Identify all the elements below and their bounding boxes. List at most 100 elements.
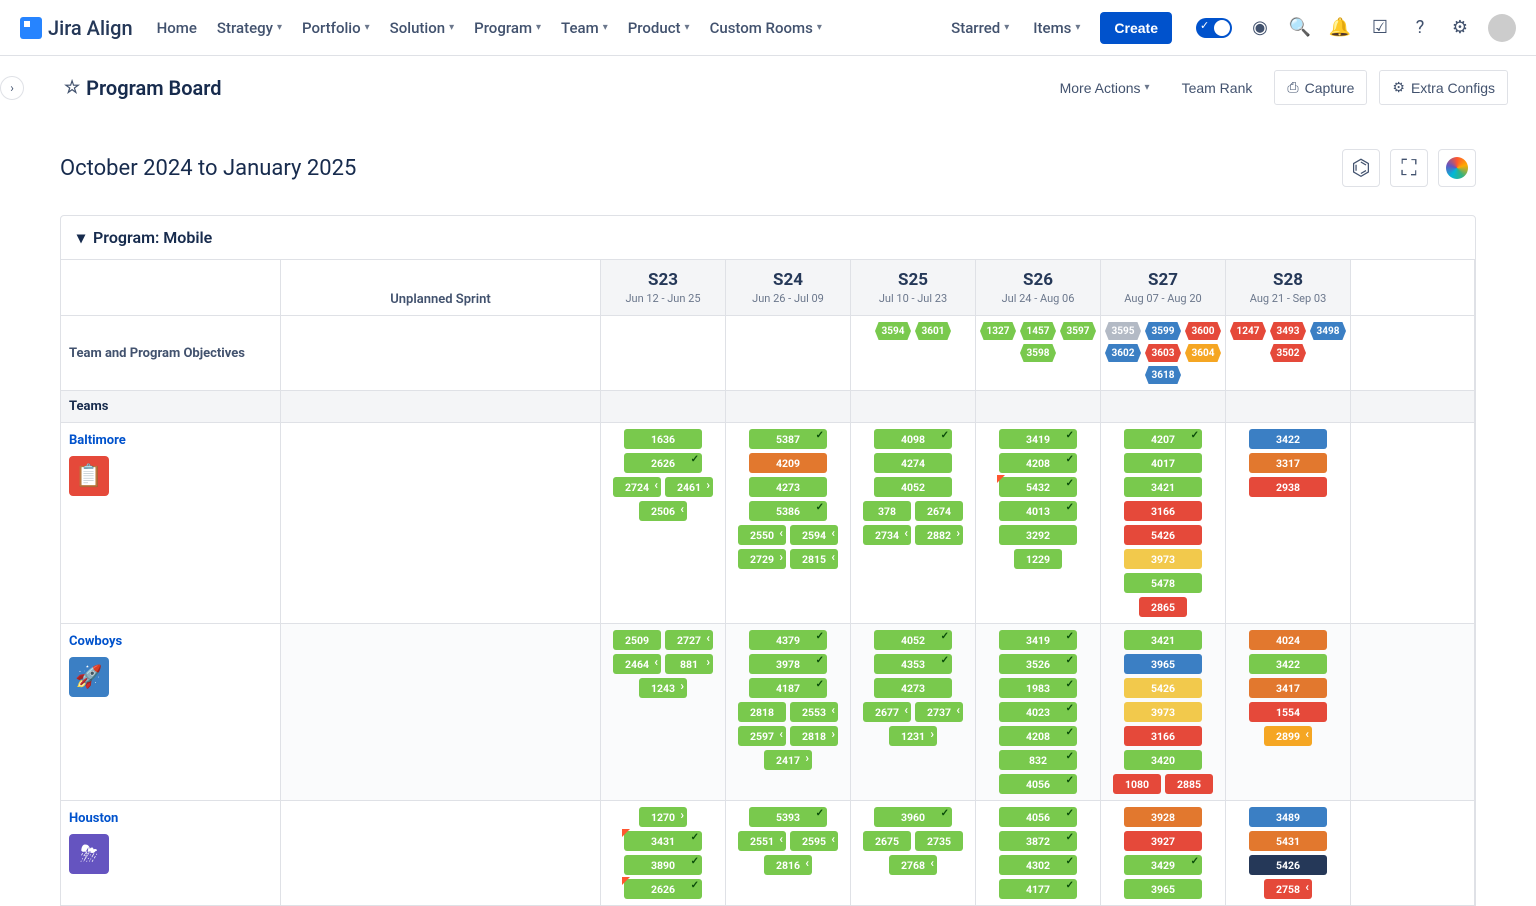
card-2597[interactable]: 2597 [738,726,786,746]
star-icon[interactable]: ☆ [64,77,80,98]
card-4274[interactable]: 4274 [874,453,952,473]
card-2674[interactable]: 2674 [915,501,963,521]
team-link-baltimore[interactable]: Baltimore [69,433,272,448]
card-2553[interactable]: 2553 [790,702,838,722]
card-1080[interactable]: 1080 [1113,774,1161,794]
card-1243[interactable]: 1243 [639,678,687,698]
card-3890[interactable]: 3890 [624,855,702,875]
user-avatar[interactable] [1488,14,1516,42]
team-link-houston[interactable]: Houston [69,811,272,826]
card-3166[interactable]: 3166 [1124,501,1202,521]
card-1983[interactable]: 1983 [999,678,1077,698]
card-4207[interactable]: 4207 [1124,429,1202,449]
sprint-header-S27[interactable]: S27Aug 07 - Aug 20 [1101,259,1226,315]
card-1231[interactable]: 1231 [889,726,937,746]
card-3429[interactable]: 3429 [1124,855,1202,875]
card-5478[interactable]: 5478 [1124,573,1202,593]
card-2734[interactable]: 2734 [863,525,911,545]
sprint-header-S28[interactable]: S28Aug 21 - Sep 03 [1226,259,1351,315]
objective-3603[interactable]: 3603 [1145,344,1181,362]
nav-portfolio[interactable]: Portfolio▾ [302,19,370,37]
objective-3598[interactable]: 3598 [1020,344,1056,362]
theme-toggle[interactable] [1196,18,1232,38]
card-3317[interactable]: 3317 [1249,453,1327,473]
card-3960[interactable]: 3960 [874,807,952,827]
sprint-header-S25[interactable]: S25Jul 10 - Jul 23 [851,259,976,315]
card-5386[interactable]: 5386 [749,501,827,521]
card-3489[interactable]: 3489 [1249,807,1327,827]
card-3422[interactable]: 3422 [1249,654,1327,674]
card-1554[interactable]: 1554 [1249,702,1327,722]
extra-configs-button[interactable]: ⚙Extra Configs [1379,70,1508,105]
card-2737[interactable]: 2737 [915,702,963,722]
card-4056[interactable]: 4056 [999,774,1077,794]
card-5426[interactable]: 5426 [1249,855,1327,875]
card-3422[interactable]: 3422 [1249,429,1327,449]
card-3872[interactable]: 3872 [999,831,1077,851]
card-2818[interactable]: 2818 [790,726,838,746]
card-4208[interactable]: 4208 [999,726,1077,746]
card-3419[interactable]: 3419 [999,630,1077,650]
card-4208[interactable]: 4208 [999,453,1077,473]
objective-3602[interactable]: 3602 [1105,344,1141,362]
card-3421[interactable]: 3421 [1124,630,1202,650]
card-1636[interactable]: 1636 [624,429,702,449]
card-4187[interactable]: 4187 [749,678,827,698]
card-2815[interactable]: 2815 [790,549,838,569]
card-5426[interactable]: 5426 [1124,525,1202,545]
card-5426[interactable]: 5426 [1124,678,1202,698]
objective-3594[interactable]: 3594 [875,322,911,340]
notification-icon[interactable]: 🔔 [1328,16,1352,40]
nav-program[interactable]: Program▾ [474,19,541,37]
team-rank[interactable]: Team Rank [1172,74,1263,102]
card-4177[interactable]: 4177 [999,879,1077,899]
objective-1327[interactable]: 1327 [980,322,1016,340]
card-2594[interactable]: 2594 [790,525,838,545]
card-4056[interactable]: 4056 [999,807,1077,827]
card-3973[interactable]: 3973 [1124,702,1202,722]
card-378[interactable]: 378 [863,501,911,521]
settings-icon[interactable]: ⚙ [1448,16,1472,40]
checkbox-icon[interactable]: ☑ [1368,16,1392,40]
card-4023[interactable]: 4023 [999,702,1077,722]
card-2506[interactable]: 2506 [639,501,687,521]
card-2626[interactable]: 2626 [624,453,702,473]
card-3420[interactable]: 3420 [1124,750,1202,770]
card-832[interactable]: 832 [999,750,1077,770]
objective-3595[interactable]: 3595 [1105,322,1141,340]
card-2550[interactable]: 2550 [738,525,786,545]
card-2899[interactable]: 2899 [1264,726,1312,746]
card-2417[interactable]: 2417 [764,750,812,770]
objective-3604[interactable]: 3604 [1185,344,1221,362]
card-2675[interactable]: 2675 [863,831,911,851]
nav-solution[interactable]: Solution▾ [390,19,454,37]
card-4052[interactable]: 4052 [874,630,952,650]
card-2551[interactable]: 2551 [738,831,786,851]
nav-strategy[interactable]: Strategy▾ [217,19,282,37]
card-2768[interactable]: 2768 [889,855,937,875]
objective-1457[interactable]: 1457 [1020,322,1056,340]
nav-starred[interactable]: Starred▾ [951,19,1009,37]
objective-3493[interactable]: 3493 [1270,322,1306,340]
logo[interactable]: Jira Align [20,16,133,40]
team-link-cowboys[interactable]: Cowboys [69,634,272,649]
more-actions[interactable]: More Actions▾ [1050,74,1160,102]
create-button[interactable]: Create [1100,12,1172,44]
nav-home[interactable]: Home [157,19,197,37]
card-4302[interactable]: 4302 [999,855,1077,875]
objective-3597[interactable]: 3597 [1060,322,1096,340]
card-1270[interactable]: 1270 [639,807,687,827]
nav-team[interactable]: Team▾ [561,19,608,37]
objective-3600[interactable]: 3600 [1185,322,1221,340]
objective-3599[interactable]: 3599 [1145,322,1181,340]
account-icon[interactable]: ◉ [1248,16,1272,40]
card-5431[interactable]: 5431 [1249,831,1327,851]
color-legend[interactable] [1438,149,1476,187]
card-3965[interactable]: 3965 [1124,879,1202,899]
nav-items[interactable]: Items▾ [1033,19,1080,37]
nav-product[interactable]: Product▾ [628,19,690,37]
card-3431[interactable]: 3431 [624,831,702,851]
card-3928[interactable]: 3928 [1124,807,1202,827]
card-4017[interactable]: 4017 [1124,453,1202,473]
card-4273[interactable]: 4273 [749,477,827,497]
